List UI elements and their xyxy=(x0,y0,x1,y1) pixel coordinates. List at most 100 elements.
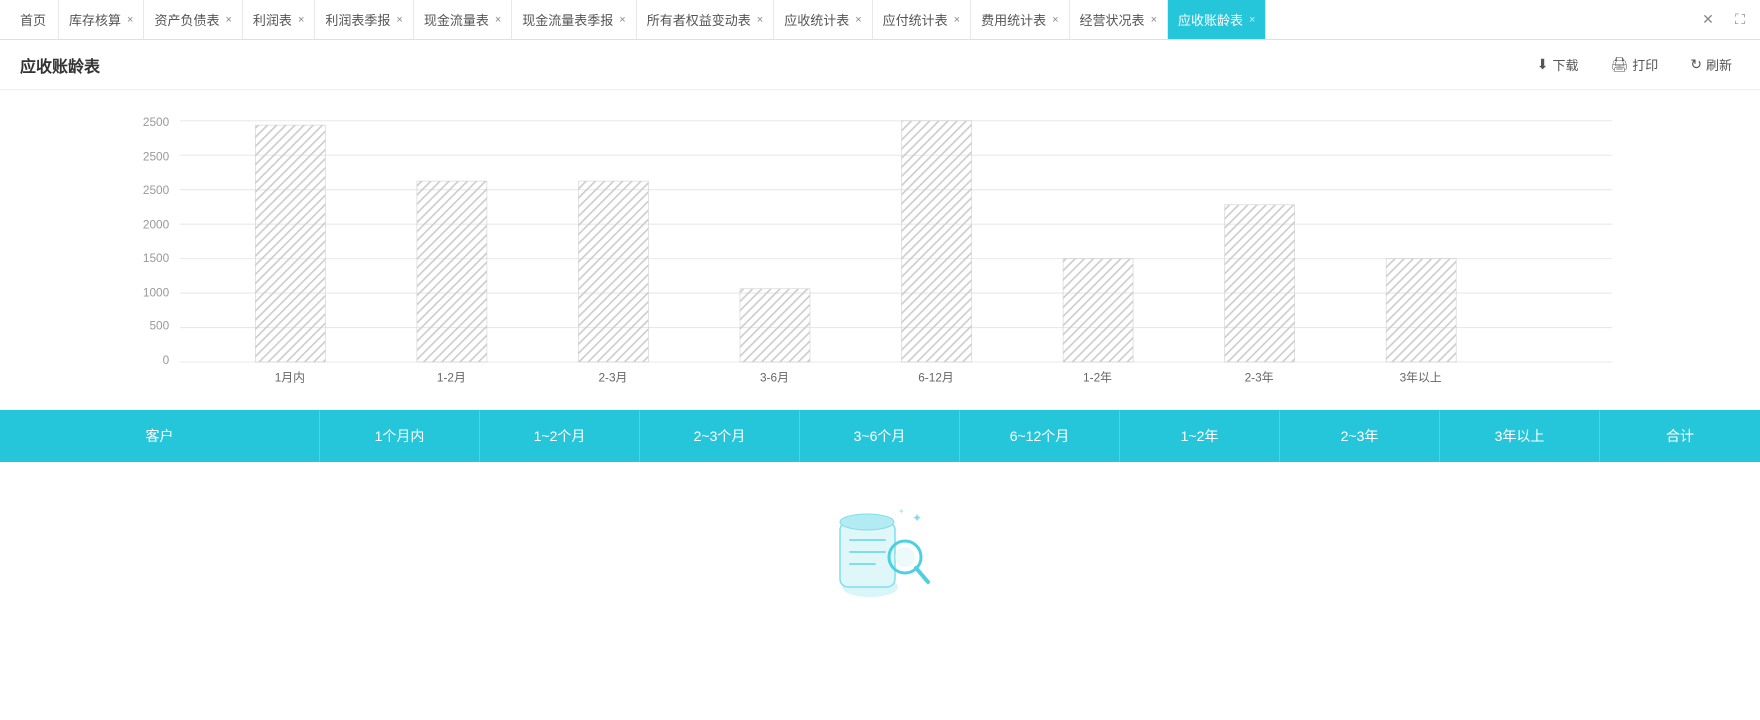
svg-text:3-6月: 3-6月 xyxy=(760,370,789,384)
page-header: 应收账龄表 ⬇ 下载 🖨 打印 ↻ 刷新 xyxy=(0,40,1760,90)
bar-2-3年 xyxy=(1225,205,1295,362)
col-3-6month: 3~6个月 xyxy=(800,410,960,462)
col-3year-plus: 3年以上 xyxy=(1440,410,1600,462)
tab-profit-loss[interactable]: 利润表 × xyxy=(243,0,315,40)
tab-home[interactable]: 首页 xyxy=(8,0,59,40)
col-6-12month: 6~12个月 xyxy=(960,410,1120,462)
tab-inventory[interactable]: 库存核算 × xyxy=(59,0,144,40)
col-customer: 客户 xyxy=(0,410,320,462)
close-icon[interactable]: × xyxy=(127,14,133,26)
tab-balance-sheet[interactable]: 资产负债表 × xyxy=(144,0,242,40)
maximize-window-button[interactable]: ⛶ xyxy=(1728,8,1752,32)
print-label: 打印 xyxy=(1632,55,1658,74)
refresh-label: 刷新 xyxy=(1706,55,1732,74)
bar-3年以上 xyxy=(1386,259,1456,362)
tab-equity[interactable]: 所有者权益变动表 × xyxy=(637,0,774,40)
col-6-12month-label: 6~12个月 xyxy=(1010,426,1070,446)
svg-text:1-2年: 1-2年 xyxy=(1083,370,1112,384)
tab-ar-aging-label: 应收账龄表 xyxy=(1178,10,1243,29)
print-icon: 🖨 xyxy=(1610,56,1628,73)
bar-2-3月 xyxy=(578,181,648,362)
tab-equity-label: 所有者权益变动表 xyxy=(647,10,751,29)
close-icon[interactable]: × xyxy=(495,14,501,26)
close-icon[interactable]: × xyxy=(298,14,304,26)
tab-receivable-stats-label: 应收统计表 xyxy=(784,10,849,29)
tab-cashflow-label: 现金流量表 xyxy=(424,10,489,29)
print-button[interactable]: 🖨 打印 xyxy=(1602,51,1666,78)
svg-text:2000: 2000 xyxy=(143,217,170,231)
col-total-label: 合计 xyxy=(1666,426,1694,446)
col-2-3year: 2~3年 xyxy=(1280,410,1440,462)
close-window-button[interactable]: ✕ xyxy=(1696,8,1720,32)
svg-text:1月内: 1月内 xyxy=(275,370,305,384)
svg-text:1500: 1500 xyxy=(143,251,170,265)
bar-6-12月 xyxy=(902,121,972,362)
close-icon[interactable]: × xyxy=(619,14,625,26)
bar-3-6月 xyxy=(740,289,810,362)
close-icon[interactable]: × xyxy=(225,14,231,26)
download-icon: ⬇ xyxy=(1537,56,1549,73)
svg-text:500: 500 xyxy=(149,319,169,333)
svg-text:2500: 2500 xyxy=(143,115,170,129)
tab-profit-quarterly[interactable]: 利润表季报 × xyxy=(315,0,413,40)
tab-cashflow-quarterly-label: 现金流量表季报 xyxy=(522,10,613,29)
close-icon[interactable]: × xyxy=(855,14,861,26)
close-icon[interactable]: × xyxy=(1249,14,1255,26)
chart-container: 2500 2500 2500 2000 1500 1000 500 0 xyxy=(40,110,1720,390)
tab-receivable-stats[interactable]: 应收统计表 × xyxy=(774,0,872,40)
svg-text:1-2月: 1-2月 xyxy=(437,370,466,384)
download-button[interactable]: ⬇ 下载 xyxy=(1529,51,1587,78)
svg-text:2-3月: 2-3月 xyxy=(598,370,627,384)
refresh-icon: ↻ xyxy=(1690,56,1702,73)
download-label: 下载 xyxy=(1552,55,1578,74)
tab-cashflow[interactable]: 现金流量表 × xyxy=(414,0,512,40)
empty-state-illustration: ✦ ✦ xyxy=(820,502,940,602)
col-1-2year-label: 1~2年 xyxy=(1181,426,1219,446)
tab-balance-sheet-label: 资产负债表 xyxy=(154,10,219,29)
tab-profit-quarterly-label: 利润表季报 xyxy=(325,10,390,29)
main-content: 2500 2500 2500 2000 1500 1000 500 0 xyxy=(0,90,1760,720)
close-icon[interactable]: × xyxy=(954,14,960,26)
close-icon[interactable]: × xyxy=(757,14,763,26)
bar-1-2年 xyxy=(1063,259,1133,362)
svg-text:1000: 1000 xyxy=(143,285,170,299)
page-actions: ⬇ 下载 🖨 打印 ↻ 刷新 xyxy=(1529,51,1740,78)
table-header: 客户 1个月内 1~2个月 2~3个月 3~6个月 6~12个月 1~2年 2~… xyxy=(0,410,1760,462)
bar-1-2月 xyxy=(417,181,487,362)
tab-ar-aging[interactable]: 应收账龄表 × xyxy=(1168,0,1266,40)
refresh-button[interactable]: ↻ 刷新 xyxy=(1682,51,1740,78)
col-1month-label: 1个月内 xyxy=(375,426,425,446)
svg-text:2-3年: 2-3年 xyxy=(1245,370,1274,384)
tab-operations-label: 经营状况表 xyxy=(1080,10,1145,29)
bar-1月内 xyxy=(255,125,325,362)
tab-profit-loss-label: 利润表 xyxy=(253,10,292,29)
col-customer-label: 客户 xyxy=(146,426,174,446)
page-title: 应收账龄表 xyxy=(20,53,100,77)
col-2-3year-label: 2~3年 xyxy=(1341,426,1379,446)
col-2-3month-label: 2~3个月 xyxy=(694,426,746,446)
tab-inventory-label: 库存核算 xyxy=(69,10,121,29)
tab-payable-stats[interactable]: 应付统计表 × xyxy=(873,0,971,40)
tab-cashflow-quarterly[interactable]: 现金流量表季报 × xyxy=(512,0,636,40)
tab-operations[interactable]: 经营状况表 × xyxy=(1070,0,1168,40)
tab-expense-stats[interactable]: 费用统计表 × xyxy=(971,0,1069,40)
home-tab-label: 首页 xyxy=(20,10,46,29)
svg-text:✦: ✦ xyxy=(912,511,922,525)
col-1-2year: 1~2年 xyxy=(1120,410,1280,462)
close-icon[interactable]: × xyxy=(1052,14,1058,26)
col-1month: 1个月内 xyxy=(320,410,480,462)
chart-section: 2500 2500 2500 2000 1500 1000 500 0 xyxy=(0,90,1760,410)
tab-payable-stats-label: 应付统计表 xyxy=(883,10,948,29)
tab-bar: 首页 库存核算 × 资产负债表 × 利润表 × 利润表季报 × 现金流量表 × … xyxy=(0,0,1760,40)
col-3year-plus-label: 3年以上 xyxy=(1495,426,1545,446)
col-1-2month-label: 1~2个月 xyxy=(534,426,586,446)
close-icon[interactable]: × xyxy=(1151,14,1157,26)
empty-state: ✦ ✦ xyxy=(0,462,1760,642)
close-icon[interactable]: × xyxy=(396,14,402,26)
svg-text:✦: ✦ xyxy=(898,507,905,516)
svg-text:2500: 2500 xyxy=(143,150,170,164)
svg-text:3年以上: 3年以上 xyxy=(1400,370,1442,384)
col-1-2month: 1~2个月 xyxy=(480,410,640,462)
col-3-6month-label: 3~6个月 xyxy=(854,426,906,446)
svg-text:6-12月: 6-12月 xyxy=(918,370,954,384)
